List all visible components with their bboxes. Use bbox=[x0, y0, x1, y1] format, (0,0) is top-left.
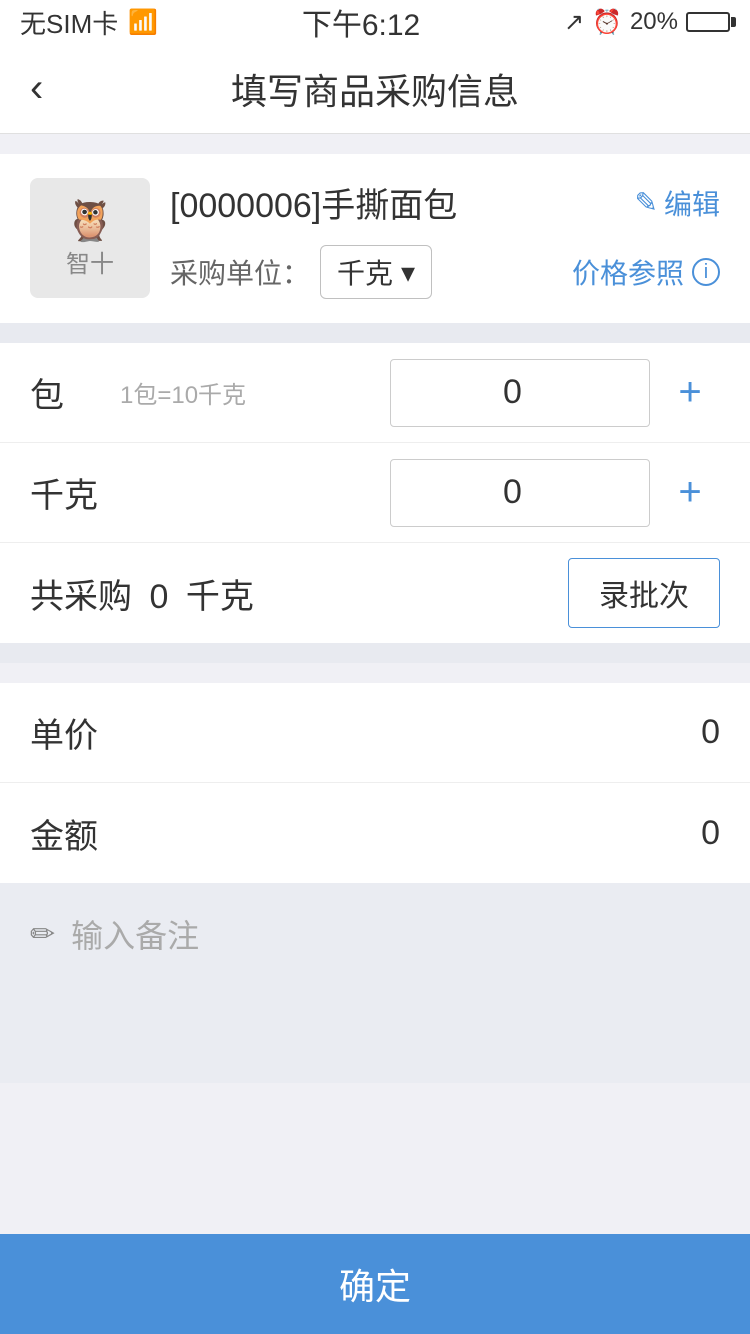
price-ref-label: 价格参照 bbox=[572, 252, 684, 292]
notes-placeholder: 输入备注 bbox=[71, 911, 199, 957]
bag-hint: 1包=10千克 bbox=[120, 375, 246, 410]
kg-label: 千克 bbox=[30, 468, 110, 517]
product-name-row: [0000006]手撕面包 ✎ 编辑 bbox=[170, 178, 720, 227]
bag-input-row: 包 1包=10千克 + bbox=[0, 343, 750, 443]
confirm-button[interactable]: 确定 bbox=[339, 1258, 411, 1310]
product-info: [0000006]手撕面包 ✎ 编辑 采购单位： 千克 ▾ 价格参照 i bbox=[170, 178, 720, 299]
price-ref-button[interactable]: 价格参照 i bbox=[572, 252, 720, 292]
page-title: 填写商品采购信息 bbox=[231, 63, 519, 115]
nav-bar: ‹ 填写商品采购信息 bbox=[0, 44, 750, 134]
bag-input[interactable] bbox=[390, 359, 650, 427]
bag-plus-button[interactable]: + bbox=[660, 359, 720, 427]
info-icon: i bbox=[692, 258, 720, 286]
unit-label: 采购单位： bbox=[170, 252, 310, 292]
status-time: 下午6:12 bbox=[302, 0, 420, 44]
unit-selector[interactable]: 千克 ▾ bbox=[320, 245, 432, 299]
amount-label: 金额 bbox=[30, 809, 98, 858]
summary-text: 共采购 0 千克 bbox=[30, 569, 254, 618]
summary-unit: 千克 bbox=[186, 578, 254, 616]
kg-input-wrap: + bbox=[110, 459, 720, 527]
summary-row: 共采购 0 千克 录批次 bbox=[0, 543, 750, 643]
notes-section[interactable]: ✏ 输入备注 bbox=[0, 883, 750, 1083]
amount-value: 0 bbox=[701, 814, 720, 853]
battery-icon bbox=[686, 12, 730, 32]
purchase-unit-row: 采购单位： 千克 ▾ 价格参照 i bbox=[170, 245, 720, 299]
notes-inner: ✏ 输入备注 bbox=[30, 911, 720, 957]
status-bar: 无SIM卡 📶 下午6:12 ↗ ⏰ 20% bbox=[0, 0, 750, 44]
section-divider-1 bbox=[0, 323, 750, 343]
price-section: 单价 0 金额 0 bbox=[0, 683, 750, 883]
amount-row: 金额 0 bbox=[0, 783, 750, 883]
location-icon: ↗ bbox=[564, 8, 584, 37]
product-logo-text: 智十 bbox=[66, 244, 114, 279]
unit-price-value: 0 bbox=[701, 713, 720, 752]
product-image: 🦉 智十 bbox=[30, 178, 150, 298]
edit-button[interactable]: ✎ 编辑 bbox=[635, 183, 720, 223]
chevron-down-icon: ▾ bbox=[401, 256, 415, 289]
wifi-icon: 📶 bbox=[128, 8, 158, 37]
section-divider-2 bbox=[0, 643, 750, 663]
product-name: [0000006]手撕面包 bbox=[170, 178, 457, 227]
kg-plus-button[interactable]: + bbox=[660, 459, 720, 527]
confirm-bar[interactable]: 确定 bbox=[0, 1234, 750, 1334]
edit-icon: ✎ bbox=[635, 186, 658, 219]
unit-price-row: 单价 0 bbox=[0, 683, 750, 783]
product-logo: 🦉 bbox=[65, 197, 115, 244]
input-section: 包 1包=10千克 + 千克 + bbox=[0, 343, 750, 543]
edit-label: 编辑 bbox=[664, 183, 720, 223]
back-button[interactable]: ‹ bbox=[30, 66, 43, 111]
bag-input-wrap: + bbox=[246, 359, 720, 427]
batch-button[interactable]: 录批次 bbox=[568, 558, 720, 628]
unit-value: 千克 bbox=[337, 252, 393, 292]
kg-input-row: 千克 + bbox=[0, 443, 750, 543]
battery-percent: 20% bbox=[630, 8, 678, 36]
status-left: 无SIM卡 📶 bbox=[20, 4, 158, 41]
kg-input[interactable] bbox=[390, 459, 650, 527]
summary-amount: 0 bbox=[149, 578, 168, 616]
pencil-icon: ✏ bbox=[30, 917, 55, 952]
bag-label: 包 bbox=[30, 368, 110, 417]
product-card: 🦉 智十 [0000006]手撕面包 ✎ 编辑 采购单位： 千克 ▾ 价格参照 bbox=[0, 154, 750, 323]
summary-prefix: 共采购 bbox=[30, 578, 132, 616]
status-right: ↗ ⏰ 20% bbox=[564, 8, 730, 37]
alarm-icon: ⏰ bbox=[592, 8, 622, 37]
carrier-text: 无SIM卡 bbox=[20, 4, 118, 41]
unit-price-label: 单价 bbox=[30, 708, 98, 757]
